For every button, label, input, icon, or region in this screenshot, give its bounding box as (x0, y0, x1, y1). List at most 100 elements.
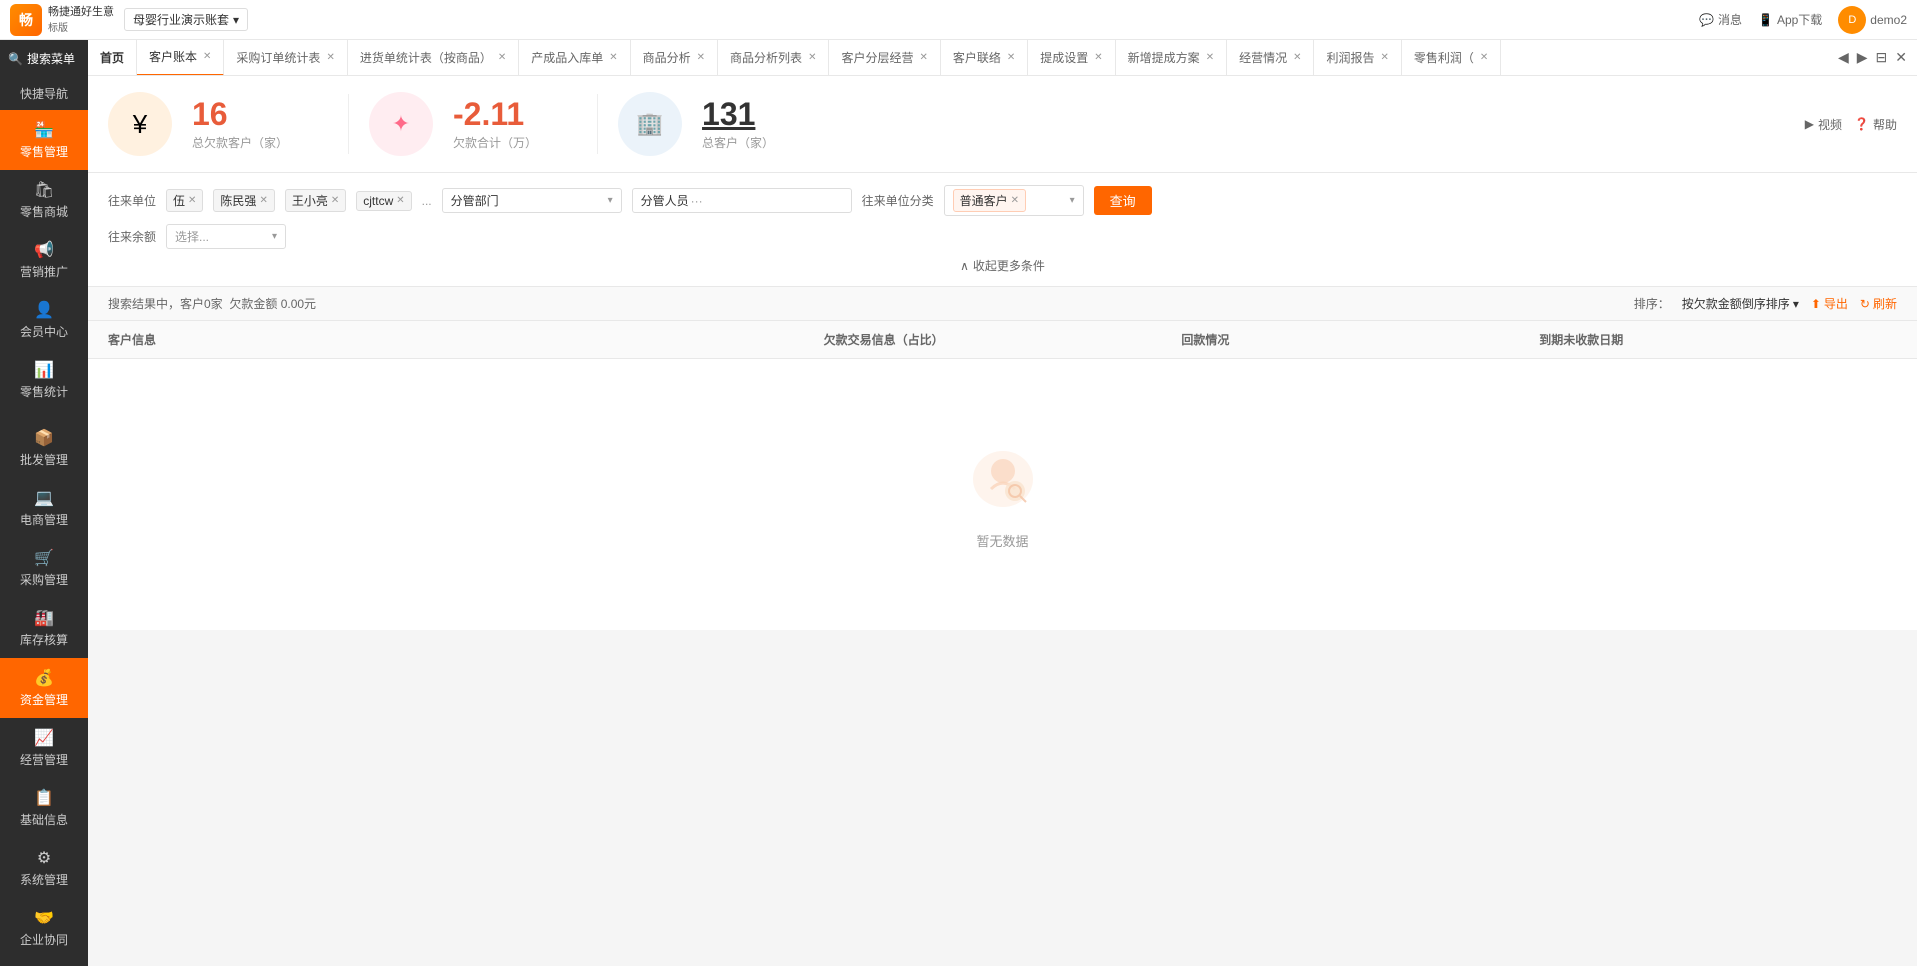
sidebar-item-wholesale[interactable]: 📦 批发管理 (0, 418, 88, 478)
sidebar-item-inventory[interactable]: 🏭 库存核算 (0, 598, 88, 658)
sidebar-item-retail-mall[interactable]: 🛍 零售商城 (0, 170, 88, 230)
member-icon: 👤 (34, 300, 54, 320)
tab-purchase-orders-close[interactable]: ✕ (326, 52, 334, 63)
filter-dept-select[interactable]: 分管部门 ▾ (442, 188, 622, 213)
category-chevron-icon: ▾ (1070, 195, 1075, 206)
tab-product-inbound[interactable]: 产成品入库单 ✕ (519, 40, 630, 76)
tab-close-all-icon[interactable]: ✕ (1891, 49, 1911, 66)
category-label: 往来单位分类 (862, 192, 934, 209)
collapse-label: 收起更多条件 (973, 257, 1045, 274)
video-button[interactable]: ▶ 视频 (1805, 116, 1842, 133)
sidebar-item-purchase[interactable]: 🛒 采购管理 (0, 538, 88, 598)
sort-label: 排序： (1634, 295, 1670, 312)
sidebar-nav-quick[interactable]: 快捷导航 (0, 77, 88, 110)
help-button[interactable]: ❓ 帮助 (1854, 116, 1897, 133)
sidebar-item-label-inventory: 库存核算 (20, 631, 68, 648)
sidebar-item-member[interactable]: 👤 会员中心 (0, 290, 88, 350)
stat-block-total-customers: 131 总客户（家） (702, 98, 814, 151)
tab-product-inbound-close[interactable]: ✕ (609, 52, 617, 63)
filter-person-select[interactable]: 分管人员 ··· (632, 188, 852, 213)
stat-icon-3: 🏢 (618, 92, 682, 156)
app-download-button[interactable]: 📱 App下载 (1758, 11, 1822, 28)
tab-menu-icon[interactable]: ⊟ (1872, 49, 1892, 66)
tab-customer-contact[interactable]: 客户联络 ✕ (941, 40, 1028, 76)
sidebar-item-retail-stats[interactable]: 📊 零售统计 (0, 350, 88, 410)
tab-product-analysis-close[interactable]: ✕ (697, 52, 705, 63)
sidebar-item-basic-info[interactable]: 📋 基础信息 (0, 778, 88, 838)
tab-product-analysis-list-close[interactable]: ✕ (808, 52, 816, 63)
tab-accounts[interactable]: 客户账本 ✕ (137, 40, 224, 76)
tab-prev-arrow[interactable]: ◀ (1834, 49, 1853, 66)
tab-new-promotion[interactable]: 新增提成方案 ✕ (1116, 40, 1227, 76)
tab-inbound-stats-close[interactable]: ✕ (498, 52, 506, 63)
sidebar-item-label-stats: 零售统计 (20, 383, 68, 400)
filter-area: 往来单位 伍 ✕ 陈民强 ✕ 王小亮 ✕ (88, 173, 1917, 287)
tab-bar: 首页 客户账本 ✕ 采购订单统计表 ✕ 进货单统计表（按商品） ✕ 产成品入库单… (88, 40, 1917, 76)
tab-operations-label: 经营情况 (1239, 49, 1287, 66)
tab-promotion-settings[interactable]: 提成设置 ✕ (1028, 40, 1115, 76)
tab-operations-close[interactable]: ✕ (1293, 52, 1301, 63)
sidebar-item-guide[interactable]: 🎯 新手引导 (0, 958, 88, 966)
tab-customer-segments[interactable]: 客户分层经营 ✕ (829, 40, 940, 76)
sort-select[interactable]: 按欠款金额倒序排序 ▾ (1682, 295, 1799, 312)
system-icon: ⚙ (37, 848, 51, 868)
filter-tag-unit3-text: 王小亮 (292, 192, 328, 209)
tab-operations[interactable]: 经营情况 ✕ (1227, 40, 1314, 76)
sidebar-item-system[interactable]: ⚙ 系统管理 (0, 838, 88, 898)
user-area[interactable]: D demo2 (1838, 6, 1907, 34)
sidebar-item-label-ecommerce: 电商管理 (20, 511, 68, 528)
filter-category-select[interactable]: 普通客户 ✕ ▾ (944, 185, 1084, 216)
sidebar-item-retail-mgmt[interactable]: 🏪 零售管理 (0, 110, 88, 170)
tab-retail-profit-close[interactable]: ✕ (1480, 52, 1488, 63)
tab-profit-report-close[interactable]: ✕ (1381, 52, 1389, 63)
tab-home[interactable]: 首页 (88, 40, 137, 76)
tab-new-promotion-close[interactable]: ✕ (1206, 52, 1214, 63)
sidebar-item-marketing[interactable]: 📢 营销推广 (0, 230, 88, 290)
sidebar-item-ecommerce[interactable]: 💻 电商管理 (0, 478, 88, 538)
sidebar-item-label-retail: 零售管理 (20, 143, 68, 160)
filter-tag-unit3: 王小亮 ✕ (285, 189, 346, 212)
filter-tag-unit2-remove[interactable]: ✕ (259, 195, 267, 206)
tab-retail-profit[interactable]: 零售利润（ ✕ (1402, 40, 1501, 76)
sidebar-item-enterprise[interactable]: 🤝 企业协同 (0, 898, 88, 958)
tab-accounts-label: 客户账本 (149, 48, 197, 65)
export-icon: ⬆ (1811, 297, 1821, 311)
refresh-button[interactable]: ↻ 刷新 (1860, 295, 1897, 312)
tab-customer-segments-close[interactable]: ✕ (919, 52, 927, 63)
filter-tag-unit1-text: 伍 (173, 192, 185, 209)
filter-tag-unit1: 伍 ✕ (166, 189, 203, 212)
filter-tag-unit1-remove[interactable]: ✕ (188, 195, 196, 206)
stat-total-customers-value: 131 (702, 98, 755, 130)
tab-customer-contact-close[interactable]: ✕ (1007, 52, 1015, 63)
tab-new-promotion-label: 新增提成方案 (1128, 49, 1200, 66)
table-col-credit-info: 欠款交易信息（占比） (824, 331, 1182, 348)
filter-tag-unit4-remove[interactable]: ✕ (396, 195, 404, 206)
sidebar-item-operations[interactable]: 📈 经营管理 (0, 718, 88, 778)
message-button[interactable]: 💬 消息 (1699, 11, 1742, 28)
collapse-button[interactable]: ∧ 收起更多条件 (960, 257, 1045, 274)
filter-row-2: 往来余额 选择... ▾ (108, 224, 1897, 249)
sidebar-item-finance[interactable]: 💰 资金管理 (0, 658, 88, 718)
tab-product-analysis[interactable]: 商品分析 ✕ (631, 40, 718, 76)
filter-tag-category-remove[interactable]: ✕ (1011, 195, 1019, 206)
tab-purchase-orders[interactable]: 采购订单统计表 ✕ (224, 40, 347, 76)
filter-tag-category: 普通客户 ✕ (953, 189, 1026, 212)
filter-person-dots[interactable]: ··· (691, 194, 703, 208)
filter-balance-select[interactable]: 选择... ▾ (166, 224, 286, 249)
industry-select[interactable]: 母婴行业演示账套 ▾ (124, 8, 248, 31)
query-button[interactable]: 查询 (1094, 186, 1152, 215)
sidebar-search-label: 搜索菜单 (27, 50, 75, 67)
export-button[interactable]: ⬆ 导出 (1811, 295, 1848, 312)
filter-tag-unit3-remove[interactable]: ✕ (331, 195, 339, 206)
stat-sep-1 (348, 94, 349, 154)
sidebar-search[interactable]: 🔍 搜索菜单 (0, 40, 88, 77)
tab-profit-report[interactable]: 利润报告 ✕ (1314, 40, 1401, 76)
tab-accounts-close[interactable]: ✕ (203, 51, 211, 62)
tab-next-arrow[interactable]: ▶ (1853, 49, 1872, 66)
table-header: 客户信息 欠款交易信息（占比） 回款情况 到期未收款日期 (88, 321, 1917, 359)
empty-text: 暂无数据 (976, 531, 1028, 550)
filter-more-units[interactable]: ... (422, 194, 432, 208)
tab-inbound-stats[interactable]: 进货单统计表（按商品） ✕ (348, 40, 519, 76)
tab-product-analysis-list[interactable]: 商品分析列表 ✕ (718, 40, 829, 76)
tab-promotion-settings-close[interactable]: ✕ (1094, 52, 1102, 63)
